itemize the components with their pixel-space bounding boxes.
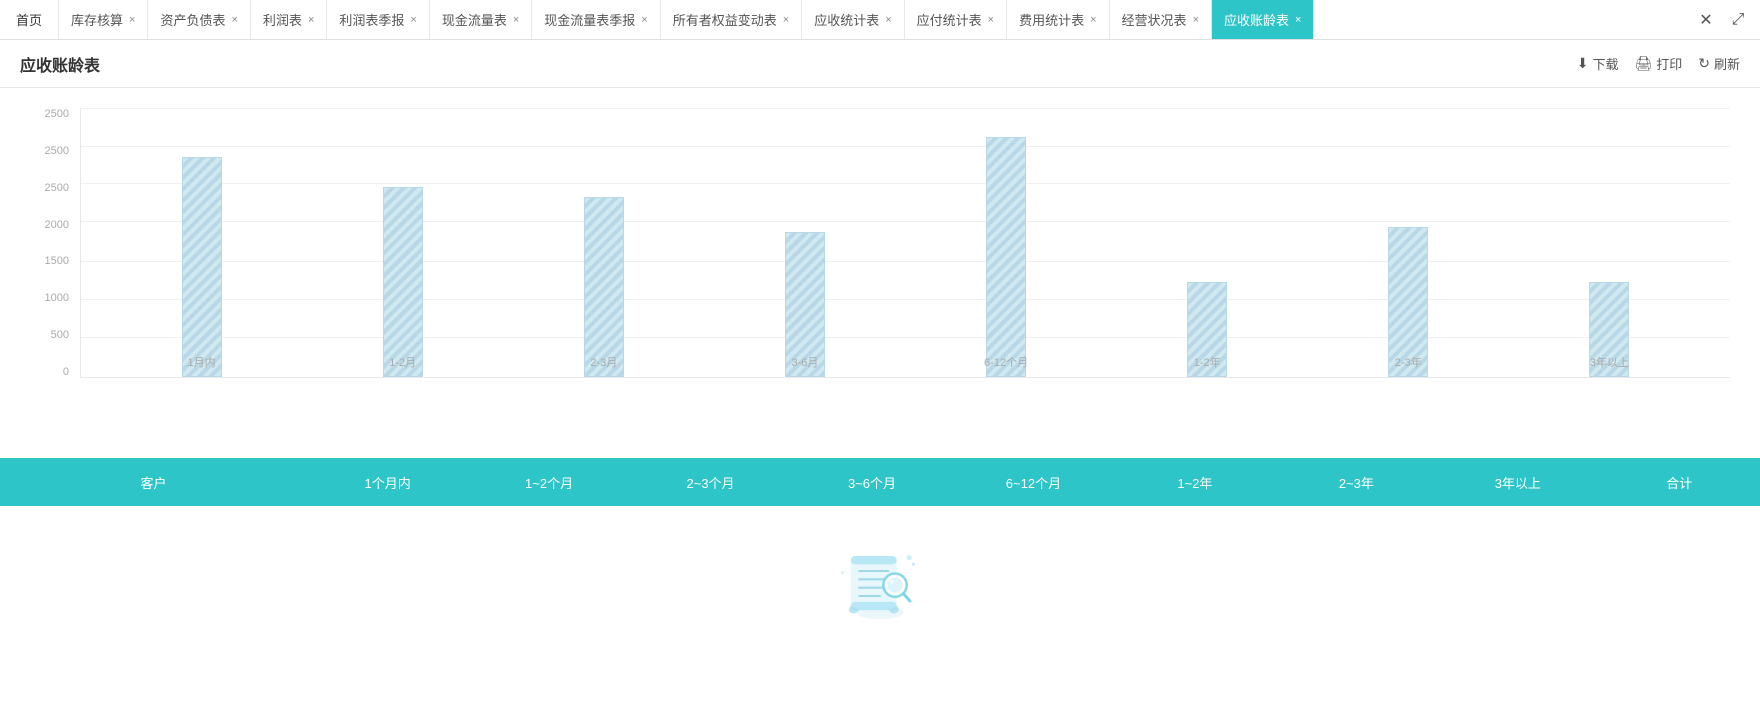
- th-12y: 1~2年: [1114, 473, 1275, 492]
- tab-profit-quarterly[interactable]: 利润表季报 ×: [327, 0, 429, 40]
- tab-label: 经营状况表: [1122, 10, 1187, 29]
- x-label-12y: 1-2年: [1107, 354, 1308, 370]
- y-label-1500: 1500: [45, 255, 69, 267]
- x-label-12m: 1-2月: [302, 354, 503, 370]
- table-header: 客户 1个月内 1~2个月 2~3个月 3~6个月 6~12个月 1~2年 2~…: [0, 458, 1760, 506]
- page-actions: ⬇ 下载 🖨 打印 ↻ 刷新: [1577, 54, 1740, 73]
- th-1m: 1个月内: [307, 473, 468, 492]
- download-label: 下载: [1592, 54, 1618, 73]
- tab-label: 首页: [16, 10, 42, 29]
- tab-close-icon[interactable]: ×: [783, 14, 789, 26]
- bar-group-612m: [986, 137, 1026, 377]
- print-button[interactable]: 🖨 打印: [1634, 54, 1682, 73]
- tab-close-icon[interactable]: ×: [308, 14, 314, 26]
- y-label-2500: 2500: [45, 145, 69, 157]
- tab-label: 库存核算: [71, 10, 123, 29]
- x-label-1m: 1月内: [101, 354, 302, 370]
- tab-close-icon[interactable]: ×: [410, 14, 416, 26]
- tab-inventory[interactable]: 库存核算 ×: [59, 0, 148, 40]
- y-label-2000: 2000: [45, 219, 69, 231]
- tab-label: 费用统计表: [1019, 10, 1084, 29]
- tab-label: 所有者权益变动表: [673, 10, 777, 29]
- chart-container: 2500 2500 2500 2000 1500 1000 500 0: [30, 108, 1730, 408]
- window-maximize-button[interactable]: ⤢: [1724, 6, 1752, 34]
- tab-label: 利润表季报: [339, 10, 404, 29]
- y-label-2500-top: 2500: [45, 108, 69, 120]
- bar-1m: [182, 157, 222, 377]
- close-icon: ✕: [1699, 10, 1712, 30]
- download-button[interactable]: ⬇ 下载: [1577, 54, 1619, 73]
- th-3y: 3年以上: [1437, 473, 1598, 492]
- print-label: 打印: [1656, 54, 1682, 73]
- x-label-36m: 3-6月: [704, 354, 905, 370]
- bar-612m: [986, 137, 1026, 377]
- empty-state-icon: [830, 536, 930, 626]
- x-label-612m: 6-12个月: [906, 354, 1107, 370]
- refresh-label: 刷新: [1714, 54, 1740, 73]
- tab-label: 应收账龄表: [1224, 10, 1289, 29]
- tab-close-icon[interactable]: ×: [129, 14, 135, 26]
- y-axis: 2500 2500 2500 2000 1500 1000 500 0: [30, 108, 75, 378]
- x-label-3y: 3年以上: [1509, 354, 1710, 370]
- refresh-button[interactable]: ↻ 刷新: [1698, 54, 1740, 73]
- y-label-1000: 1000: [45, 292, 69, 304]
- y-label-0: 0: [63, 366, 69, 378]
- th-12m: 1~2个月: [468, 473, 629, 492]
- tab-expense-stats[interactable]: 费用统计表 ×: [1007, 0, 1109, 40]
- y-label-2500b: 2500: [45, 182, 69, 194]
- empty-state: [0, 506, 1760, 626]
- tab-ar-stats[interactable]: 应收统计表 ×: [802, 0, 904, 40]
- tab-close-icon[interactable]: ×: [641, 14, 647, 26]
- bar-group-1m: [182, 157, 222, 377]
- tab-close-icon[interactable]: ×: [1295, 14, 1301, 26]
- maximize-icon: ⤢: [1732, 11, 1745, 29]
- tab-close-icon[interactable]: ×: [1090, 14, 1096, 26]
- page-title: 应收账龄表: [20, 52, 100, 76]
- main-content: 2500 2500 2500 2000 1500 1000 500 0: [0, 88, 1760, 720]
- th-23y: 2~3年: [1276, 473, 1437, 492]
- tab-close-icon[interactable]: ×: [1193, 14, 1199, 26]
- th-36m: 3~6个月: [791, 473, 952, 492]
- tab-close-icon[interactable]: ×: [513, 14, 519, 26]
- download-icon: ⬇: [1577, 55, 1589, 72]
- y-label-500: 500: [51, 329, 69, 341]
- x-axis: 1月内 1-2月 2-3月 3-6月 6-12个月 1-2年 2-3年 3年以上: [81, 347, 1730, 377]
- refresh-icon: ↻: [1698, 55, 1710, 72]
- tab-label: 资产负债表: [160, 10, 225, 29]
- tab-biz-status[interactable]: 经营状况表 ×: [1110, 0, 1212, 40]
- window-close-button[interactable]: ✕: [1692, 6, 1720, 34]
- tab-label: 应付统计表: [917, 10, 982, 29]
- chart-plot: 1月内 1-2月 2-3月 3-6月 6-12个月 1-2年 2-3年 3年以上: [80, 108, 1730, 378]
- th-total: 合计: [1599, 473, 1760, 492]
- tab-ap-stats[interactable]: 应付统计表 ×: [905, 0, 1007, 40]
- th-customer: 客户: [0, 473, 307, 492]
- print-icon: 🖨: [1634, 55, 1652, 72]
- tab-cashflow[interactable]: 现金流量表 ×: [430, 0, 532, 40]
- tab-ar-aging[interactable]: 应收账龄表 ×: [1212, 0, 1314, 40]
- tab-label: 现金流量表: [442, 10, 507, 29]
- tab-close-icon[interactable]: ×: [988, 14, 994, 26]
- tab-close-icon[interactable]: ×: [231, 14, 237, 26]
- tab-bar: 首页 库存核算 × 资产负债表 × 利润表 × 利润表季报 × 现金流量表 × …: [0, 0, 1760, 40]
- tab-label: 应收统计表: [814, 10, 879, 29]
- th-612m: 6~12个月: [953, 473, 1114, 492]
- th-23m: 2~3个月: [630, 473, 791, 492]
- window-actions: ✕ ⤢: [1692, 6, 1760, 34]
- tab-label: 现金流量表季报: [544, 10, 635, 29]
- tab-profit[interactable]: 利润表 ×: [251, 0, 327, 40]
- bars-container: [81, 108, 1730, 377]
- tab-close-icon[interactable]: ×: [885, 14, 891, 26]
- tab-balance[interactable]: 资产负债表 ×: [148, 0, 250, 40]
- page-header: 应收账龄表 ⬇ 下载 🖨 打印 ↻ 刷新: [0, 40, 1760, 88]
- chart-area: 2500 2500 2500 2000 1500 1000 500 0: [0, 88, 1760, 458]
- tab-equity[interactable]: 所有者权益变动表 ×: [661, 0, 802, 40]
- tab-label: 利润表: [263, 10, 302, 29]
- x-label-23y: 2-3年: [1308, 354, 1509, 370]
- tab-home[interactable]: 首页: [0, 0, 59, 40]
- tab-cashflow-quarterly[interactable]: 现金流量表季报 ×: [532, 0, 660, 40]
- x-label-23m: 2-3月: [503, 354, 704, 370]
